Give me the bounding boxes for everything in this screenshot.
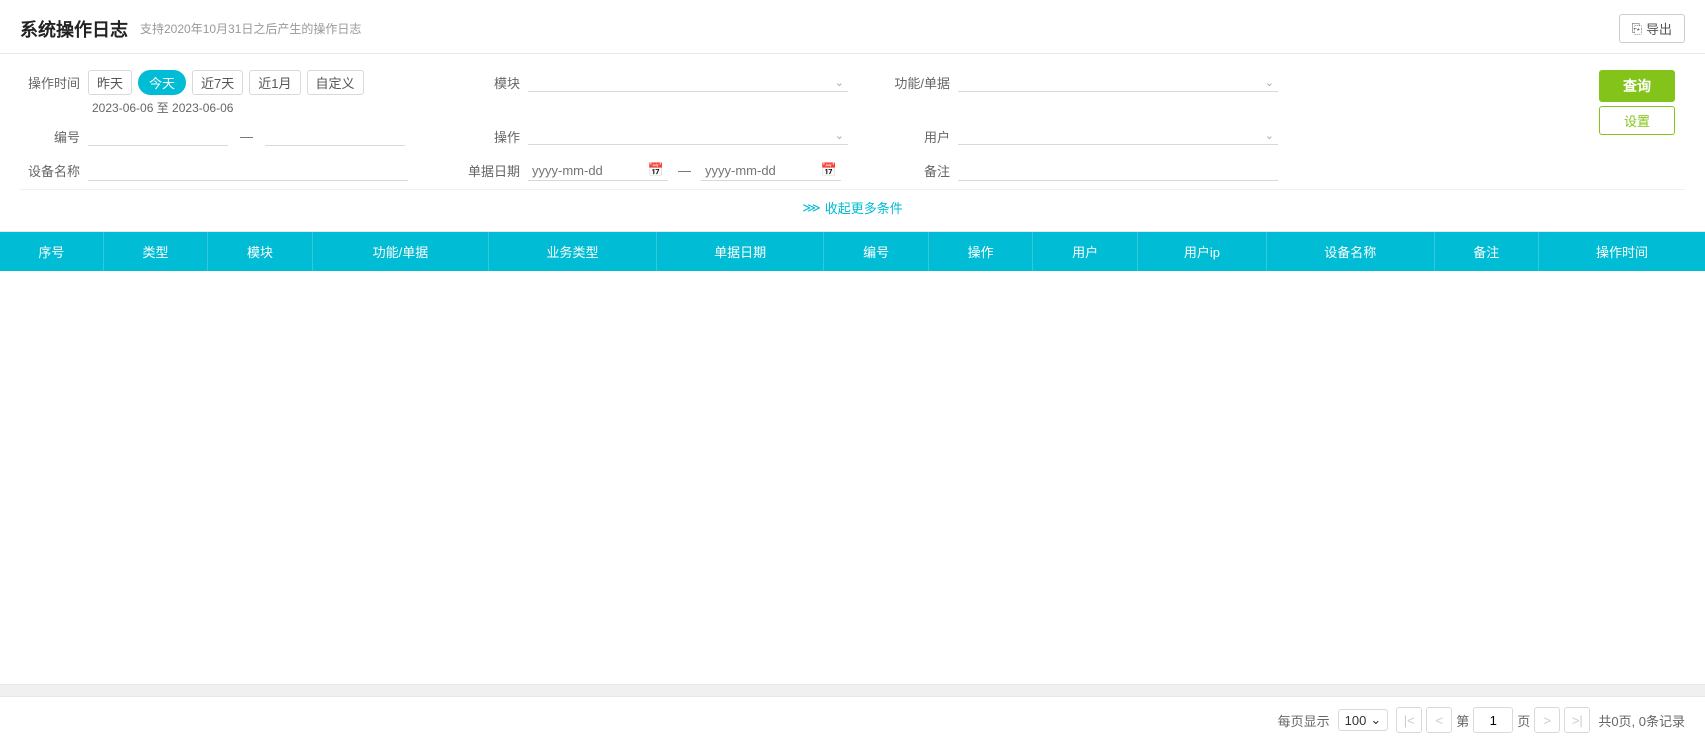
time-btn-today[interactable]: 今天 — [138, 70, 186, 95]
col-11: 备注 — [1434, 232, 1538, 271]
query-button[interactable]: 查询 — [1599, 70, 1675, 102]
collapse-label: 收起更多条件 — [825, 198, 903, 217]
module-label: 模块 — [460, 73, 520, 92]
collapse-bar: ⋙ 收起更多条件 — [20, 189, 1685, 221]
col-1: 类型 — [103, 232, 207, 271]
time-filter-group: 昨天 今天 近7天 近1月 自定义 — [88, 70, 364, 95]
remark-input[interactable] — [958, 161, 1278, 181]
user-label: 用户 — [880, 127, 950, 146]
page-unit-label: 页 — [1517, 711, 1530, 730]
export-button[interactable]: ⎘ 导出 — [1619, 14, 1685, 43]
module-chevron-icon: ⌄ — [835, 76, 844, 89]
export-label: 导出 — [1646, 19, 1672, 38]
number-to-input[interactable] — [265, 126, 405, 146]
col-8: 用户 — [1033, 232, 1137, 271]
time-btn-1month[interactable]: 近1月 — [249, 70, 300, 95]
time-btn-custom[interactable]: 自定义 — [307, 70, 364, 95]
pagination-total: 共0页, 0条记录 — [1598, 711, 1685, 730]
col-5: 单据日期 — [656, 232, 824, 271]
page-title: 系统操作日志 — [20, 16, 128, 42]
col-6: 编号 — [824, 232, 928, 271]
time-btn-yesterday[interactable]: 昨天 — [88, 70, 132, 95]
page-size-chevron-icon: ⌄ — [1370, 712, 1381, 728]
page-size-value: 100 — [1345, 713, 1367, 728]
voucher-date-range: 📅 — 📅 — [528, 160, 841, 181]
user-chevron-icon: ⌄ — [1265, 129, 1274, 142]
date-to-wrapper[interactable]: 📅 — [701, 160, 841, 181]
collapse-icon: ⋙ — [802, 200, 821, 216]
collapse-button[interactable]: ⋙ 收起更多条件 — [802, 198, 903, 217]
time-btn-7days[interactable]: 近7天 — [192, 70, 243, 95]
date-range-display: 2023-06-06 至 2023-06-06 — [92, 101, 233, 115]
pagination-nav: |< < 第 页 > >| — [1396, 707, 1590, 733]
device-label: 设备名称 — [20, 161, 80, 180]
pagination-bar: 每页显示 100 ⌄ |< < 第 页 > >| 共0页, 0条记录 — [0, 696, 1705, 743]
col-0: 序号 — [0, 232, 103, 271]
function-chevron-icon: ⌄ — [1265, 76, 1274, 89]
number-divider: — — [240, 129, 253, 144]
device-input[interactable] — [88, 161, 408, 181]
page-size-select[interactable]: 100 ⌄ — [1338, 709, 1389, 731]
page-subtitle: 支持2020年10月31日之后产生的操作日志 — [140, 20, 361, 37]
scroll-bar[interactable] — [0, 684, 1705, 696]
export-icon: ⎘ — [1632, 21, 1642, 37]
first-page-button[interactable]: |< — [1396, 707, 1422, 733]
calendar-from-icon[interactable]: 📅 — [648, 162, 664, 178]
voucher-date-label: 单据日期 — [460, 161, 520, 180]
function-select[interactable]: ⌄ — [958, 74, 1278, 92]
table-area: 序号类型模块功能/单据业务类型单据日期编号操作用户用户ip设备名称备注操作时间 — [0, 232, 1705, 684]
col-12: 操作时间 — [1539, 232, 1705, 271]
date-range-dash: — — [678, 163, 691, 178]
settings-button[interactable]: 设置 — [1599, 106, 1675, 135]
remark-label: 备注 — [880, 161, 950, 180]
col-2: 模块 — [208, 232, 312, 271]
user-select[interactable]: ⌄ — [958, 127, 1278, 145]
prev-page-button[interactable]: < — [1426, 707, 1452, 733]
calendar-to-icon[interactable]: 📅 — [821, 162, 837, 178]
operation-select[interactable]: ⌄ — [528, 127, 848, 145]
number-from-input[interactable] — [88, 126, 228, 146]
date-from-input[interactable] — [532, 163, 648, 178]
time-filter-label: 操作时间 — [20, 73, 80, 92]
operation-chevron-icon: ⌄ — [835, 129, 844, 142]
data-table: 序号类型模块功能/单据业务类型单据日期编号操作用户用户ip设备名称备注操作时间 — [0, 232, 1705, 271]
last-page-button[interactable]: >| — [1564, 707, 1590, 733]
operation-label: 操作 — [460, 127, 520, 146]
col-10: 设备名称 — [1266, 232, 1434, 271]
number-label: 编号 — [20, 127, 80, 146]
function-label: 功能/单据 — [880, 73, 950, 92]
next-page-button[interactable]: > — [1534, 707, 1560, 733]
date-to-input[interactable] — [705, 163, 821, 178]
page-prefix-label: 第 — [1456, 711, 1469, 730]
table-header: 序号类型模块功能/单据业务类型单据日期编号操作用户用户ip设备名称备注操作时间 — [0, 232, 1705, 271]
number-range: — — [88, 126, 405, 146]
page-size-label: 每页显示 — [1278, 711, 1330, 730]
action-buttons: 查询 设置 — [1599, 70, 1675, 135]
col-9: 用户ip — [1137, 232, 1266, 271]
col-4: 业务类型 — [489, 232, 657, 271]
col-7: 操作 — [928, 232, 1032, 271]
date-from-wrapper[interactable]: 📅 — [528, 160, 668, 181]
col-3: 功能/单据 — [312, 232, 488, 271]
current-page-input[interactable] — [1473, 707, 1513, 733]
module-select[interactable]: ⌄ — [528, 74, 848, 92]
